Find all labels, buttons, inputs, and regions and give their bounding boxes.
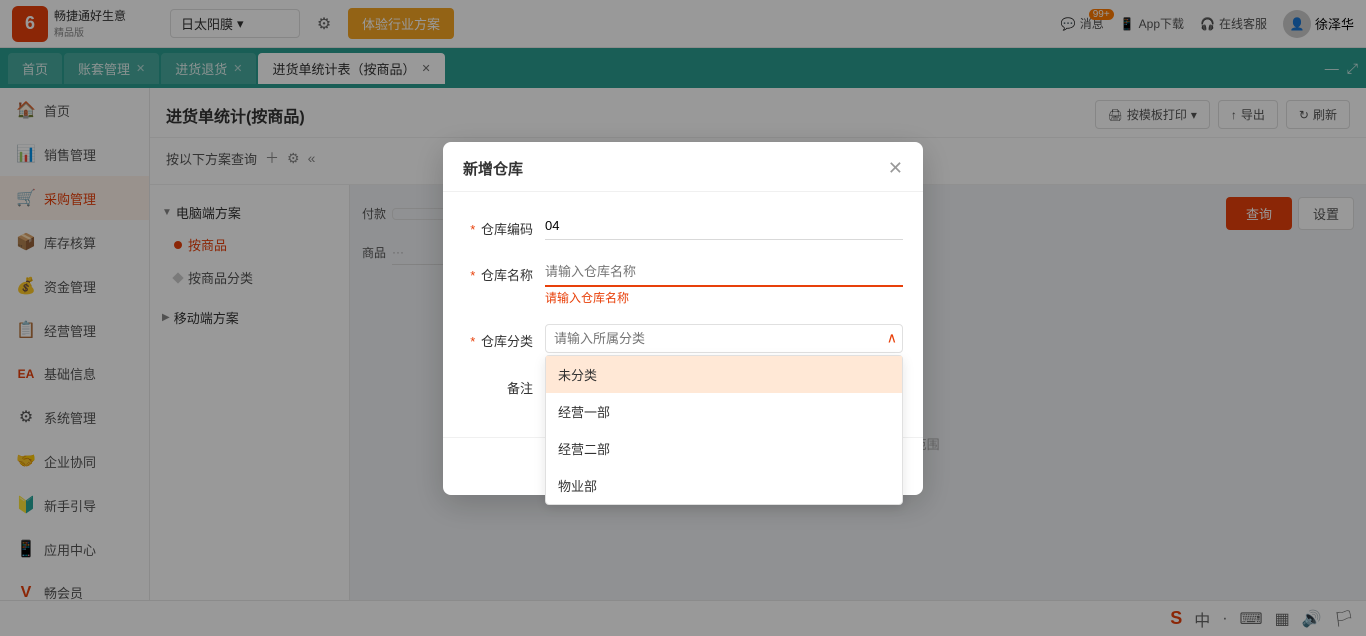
- code-input[interactable]: [545, 212, 903, 240]
- category-field-row: * 仓库分类 ∧ 未分类 经营一部 经营二部 物业部: [463, 324, 903, 353]
- category-label: * 仓库分类: [463, 324, 533, 350]
- category-input[interactable]: [545, 324, 903, 353]
- dropdown-item-dept3[interactable]: 物业部: [546, 467, 902, 504]
- code-field-row: * 仓库编码: [463, 212, 903, 240]
- category-arrow-icon[interactable]: ∧: [887, 330, 897, 347]
- modal-close-button[interactable]: ✕: [888, 158, 903, 179]
- dropdown-item-uncategorized[interactable]: 未分类: [546, 356, 902, 393]
- modal-title: 新增仓库: [463, 158, 523, 179]
- required-star: *: [470, 268, 475, 283]
- required-star: *: [470, 334, 475, 349]
- code-label: * 仓库编码: [463, 212, 533, 238]
- new-warehouse-modal: 新增仓库 ✕ * 仓库编码 * 仓库名称 请输入仓库名称: [443, 142, 923, 495]
- required-star: *: [470, 222, 475, 237]
- modal-overlay[interactable]: 新增仓库 ✕ * 仓库编码 * 仓库名称 请输入仓库名称: [0, 0, 1366, 636]
- note-label: 备注: [463, 371, 533, 397]
- dropdown-item-dept2[interactable]: 经营二部: [546, 430, 902, 467]
- name-error-msg: 请输入仓库名称: [545, 289, 903, 306]
- name-input-wrap: 请输入仓库名称: [545, 258, 903, 306]
- dropdown-item-dept1[interactable]: 经营一部: [546, 393, 902, 430]
- name-field-row: * 仓库名称 请输入仓库名称: [463, 258, 903, 306]
- category-select-wrap: ∧ 未分类 经营一部 经营二部 物业部: [545, 324, 903, 353]
- name-label: * 仓库名称: [463, 258, 533, 284]
- modal-header: 新增仓库 ✕: [443, 142, 923, 192]
- category-dropdown: 未分类 经营一部 经营二部 物业部: [545, 355, 903, 505]
- modal-body: * 仓库编码 * 仓库名称 请输入仓库名称 *: [443, 192, 923, 437]
- name-input[interactable]: [545, 258, 903, 287]
